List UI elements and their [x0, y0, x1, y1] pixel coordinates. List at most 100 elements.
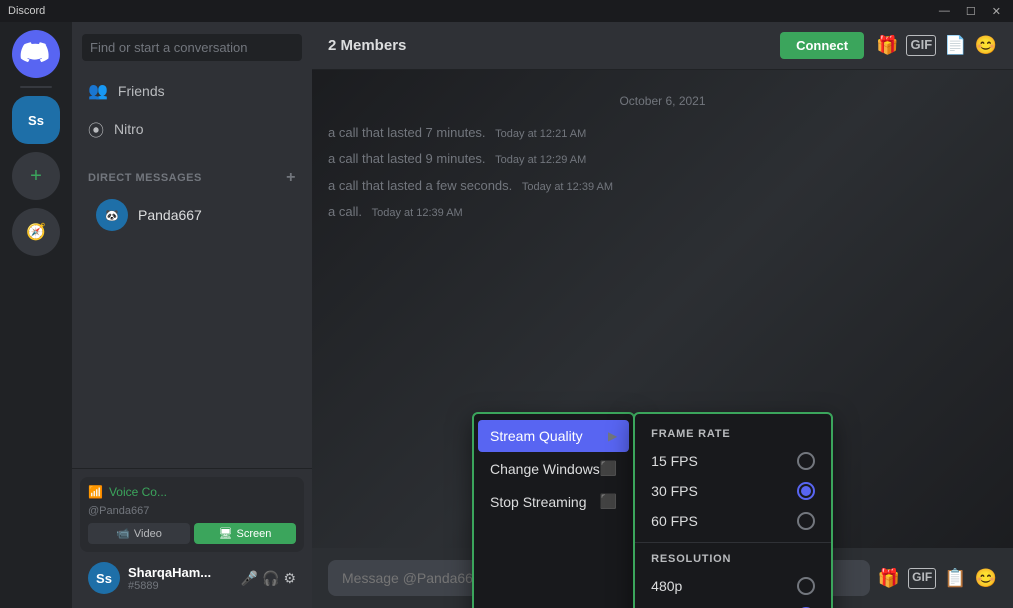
context-menu: Stream Quality ▶ Change Windows ⬛ Stop S…: [472, 412, 635, 608]
stream-quality-label: Stream Quality: [490, 428, 583, 444]
screen-icon: 🖥: [219, 527, 233, 540]
timestamp-1: Today at 12:21 AM: [495, 128, 586, 140]
screen-label: Screen: [237, 528, 272, 540]
fps-60-radio[interactable]: [797, 512, 815, 530]
fps-60-item[interactable]: 60 FPS: [635, 506, 831, 536]
dm-section-header: Direct Messages +: [72, 153, 312, 191]
main-content: 2 Members Connect 🎁 GIF 📄 😊 October 6, 2…: [312, 22, 1013, 608]
stream-quality-submenu: FRAME RATE 15 FPS 30 FPS 60 FPS RESOLUTI…: [633, 412, 833, 608]
nav-nitro[interactable]: ⦿ Nitro: [80, 109, 304, 149]
microphone-icon[interactable]: 🎤: [241, 570, 258, 587]
frame-rate-header: FRAME RATE: [635, 424, 831, 446]
change-windows-label: Change Windows: [490, 461, 600, 477]
titlebar-controls: — ☐ ✕: [935, 5, 1005, 18]
sticker-icon[interactable]: 📄: [944, 35, 966, 56]
voice-actions: 📹 Video 🖥 Screen: [88, 523, 296, 544]
rail-server-panda[interactable]: Ss: [12, 96, 60, 144]
fps-30-radio[interactable]: [797, 482, 815, 500]
gif-icon[interactable]: GIF: [906, 35, 936, 56]
members-bar: 2 Members Connect 🎁 GIF 📄 😊: [312, 22, 1013, 70]
fps-30-item[interactable]: 30 FPS: [635, 476, 831, 506]
minimize-button[interactable]: —: [935, 5, 954, 18]
context-menu-outer: Stream Quality ▶ Change Windows ⬛ Stop S…: [472, 412, 835, 608]
friends-icon: 👥: [88, 81, 108, 101]
gif-input-icon[interactable]: GIF: [908, 568, 936, 589]
gift-input-icon[interactable]: 🎁: [878, 568, 900, 589]
stream-quality-arrow-icon: ▶: [608, 429, 617, 443]
chat-message-3: a call that lasted a few seconds. Today …: [328, 177, 997, 195]
sidebar-bottom: 📶 Voice Co... @Panda667 📹 Video 🖥 Screen: [72, 468, 312, 608]
video-button[interactable]: 📹 Video: [88, 523, 190, 544]
res-480p-radio[interactable]: [797, 577, 815, 595]
fps-60-label: 60 FPS: [651, 513, 698, 529]
voice-status: 📶 Voice Co... @Panda667 📹 Video 🖥 Screen: [80, 477, 304, 552]
chat-date: October 6, 2021: [328, 94, 997, 108]
voice-channel-name: Voice Co...: [109, 485, 296, 499]
rail-divider: [20, 86, 52, 88]
voice-bars-icon: 📶: [88, 485, 103, 499]
panda667-name: Panda667: [138, 207, 202, 223]
dm-sidebar: 👥 Friends ⦿ Nitro Direct Messages + 🐼 Pa…: [72, 22, 312, 608]
gift-icon[interactable]: 🎁: [876, 35, 898, 56]
add-dm-button[interactable]: +: [286, 169, 296, 187]
header-icons: 🎁 GIF 📄 😊: [876, 35, 997, 56]
message-text-1: a call that lasted 7 minutes.: [328, 125, 486, 140]
chat-input-icons: 🎁 GIF 📋 😊: [878, 568, 997, 589]
submenu-divider: [635, 542, 831, 543]
rail-explore[interactable]: 🧭: [12, 208, 60, 256]
fps-30-label: 30 FPS: [651, 483, 698, 499]
resolution-header: RESOLUTION: [635, 549, 831, 571]
user-avatar: Ss: [88, 562, 120, 594]
timestamp-4: Today at 12:39 AM: [372, 207, 463, 219]
panda667-avatar: 🐼: [96, 199, 128, 231]
titlebar-title: Discord: [8, 5, 45, 17]
discord-logo-icon: [20, 38, 52, 70]
fps-15-label: 15 FPS: [651, 453, 698, 469]
message-text-3: a call that lasted a few seconds.: [328, 178, 512, 193]
res-480p-item[interactable]: 480p: [635, 571, 831, 601]
change-windows-icon: ⬛: [600, 460, 617, 477]
icon-rail: Ss + 🧭: [0, 22, 72, 608]
members-count: 2 Members: [328, 37, 406, 54]
username: SharqaHam...: [128, 565, 233, 580]
settings-icon[interactable]: ⚙: [283, 570, 296, 587]
search-container: [72, 22, 312, 69]
dm-header-text: Direct Messages: [88, 172, 202, 184]
maximize-button[interactable]: ☐: [962, 5, 980, 18]
voice-status-username: @Panda667: [88, 505, 296, 517]
emoji-icon[interactable]: 😊: [975, 35, 997, 56]
screen-button[interactable]: 🖥 Screen: [194, 523, 296, 544]
res-480p-label: 480p: [651, 578, 682, 594]
timestamp-2: Today at 12:29 AM: [495, 154, 586, 166]
nitro-icon: ⦿: [88, 117, 104, 141]
user-tag: #5889: [128, 580, 233, 592]
res-720p-item[interactable]: 720p: [635, 601, 831, 608]
discord-home-button[interactable]: [12, 30, 60, 78]
stream-quality-item[interactable]: Stream Quality ▶: [478, 420, 629, 452]
video-label: Video: [134, 528, 162, 540]
emoji-input-icon[interactable]: 😊: [975, 568, 997, 589]
stop-streaming-item[interactable]: Stop Streaming ⬛: [478, 485, 629, 518]
change-windows-item[interactable]: Change Windows ⬛: [478, 452, 629, 485]
fps-15-radio[interactable]: [797, 452, 815, 470]
sticker-input-icon[interactable]: 📋: [944, 568, 966, 589]
titlebar: Discord — ☐ ✕: [0, 0, 1013, 22]
connect-button[interactable]: Connect: [780, 32, 864, 59]
headset-icon[interactable]: 🎧: [262, 570, 279, 587]
user-controls: 🎤 🎧 ⚙: [241, 570, 296, 587]
app-body: Ss + 🧭 👥 Friends ⦿ Nitro Direct Messages…: [0, 22, 1013, 608]
video-icon: 📹: [116, 527, 130, 540]
search-input[interactable]: [82, 34, 302, 61]
message-text-4: a call.: [328, 204, 362, 219]
chat-message-1: a call that lasted 7 minutes. Today at 1…: [328, 124, 997, 142]
friends-label: Friends: [118, 83, 165, 99]
rail-server-add[interactable]: +: [12, 152, 60, 200]
close-button[interactable]: ✕: [988, 5, 1005, 18]
fps-15-item[interactable]: 15 FPS: [635, 446, 831, 476]
dm-user-panda667[interactable]: 🐼 Panda667: [80, 191, 304, 239]
chat-message-2: a call that lasted 9 minutes. Today at 1…: [328, 150, 997, 168]
nav-friends[interactable]: 👥 Friends: [80, 73, 304, 109]
chat-message-4: a call. Today at 12:39 AM: [328, 203, 997, 221]
voice-status-top: 📶 Voice Co...: [88, 485, 296, 499]
message-text-2: a call that lasted 9 minutes.: [328, 151, 486, 166]
